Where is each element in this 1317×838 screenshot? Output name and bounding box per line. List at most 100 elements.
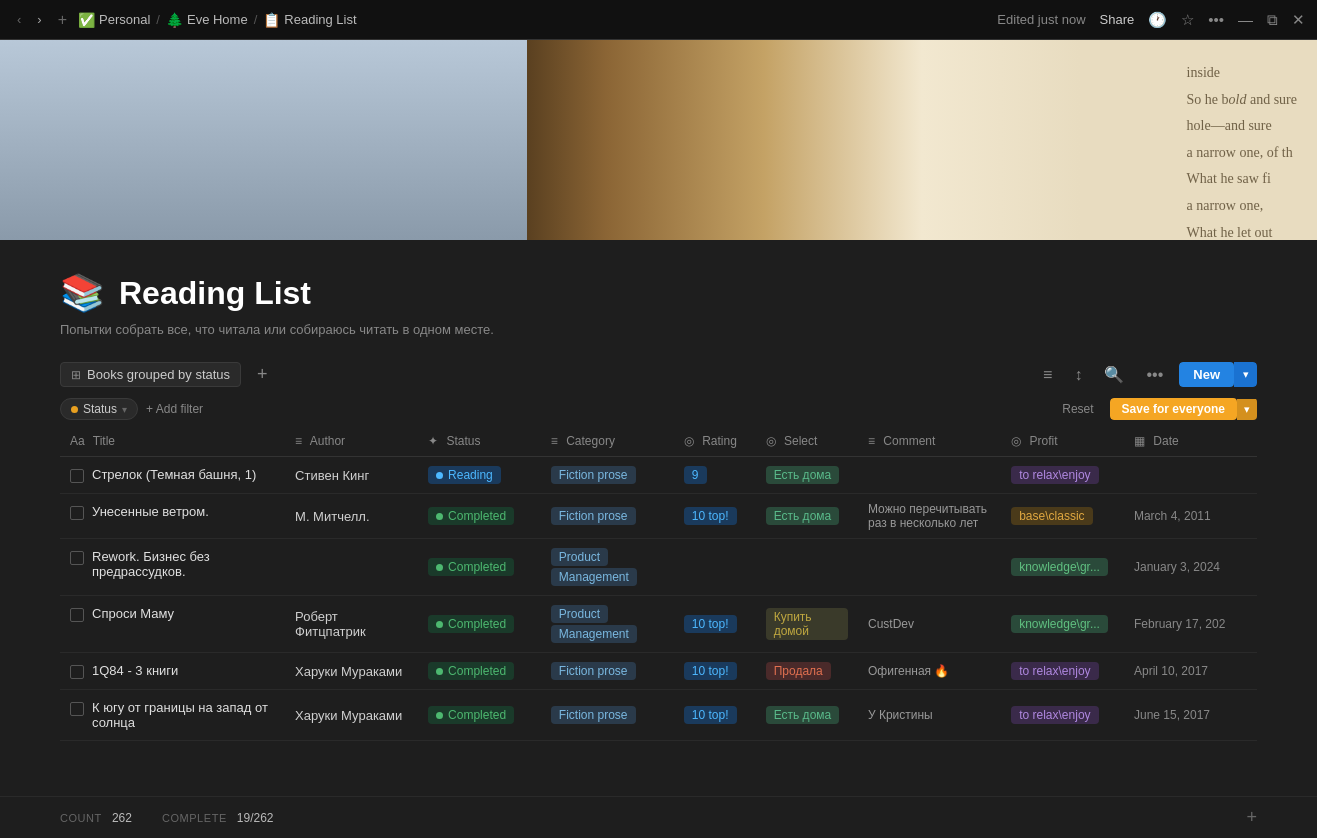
toolbar-row: ⊞ Books grouped by status + ≡ ↕ 🔍 ••• Ne…: [60, 361, 1257, 388]
view-selector[interactable]: ⊞ Books grouped by status: [60, 362, 241, 387]
category-col-icon: ≡: [551, 434, 558, 448]
new-button-group: New ▾: [1179, 362, 1257, 387]
cell-author: Стивен Кинг: [285, 457, 418, 494]
cover-left-side: [0, 40, 527, 240]
select-badge: Продала: [766, 662, 831, 680]
cell-comment: [858, 457, 1001, 494]
cell-rating: 9: [674, 457, 756, 494]
row-checkbox[interactable]: [70, 702, 84, 716]
cell-rating: 10 top!: [674, 690, 756, 741]
share-button[interactable]: Share: [1100, 12, 1135, 27]
cell-title[interactable]: К югу от границы на запад от солнца: [60, 690, 285, 740]
table-row[interactable]: Унесенные ветром. М. Митчелл.Completed Fi…: [60, 494, 1257, 539]
profit-badge: to relax\enjoy: [1011, 662, 1098, 680]
new-button[interactable]: New: [1179, 362, 1234, 387]
category-badge: Fiction prose: [551, 466, 636, 484]
search-icon[interactable]: 🔍: [1098, 361, 1130, 388]
close-icon[interactable]: ✕: [1292, 11, 1305, 29]
add-page-button[interactable]: +: [53, 9, 72, 31]
select-col-icon: ◎: [766, 434, 776, 448]
col-header-author: ≡ Author: [285, 426, 418, 457]
status-dot: [436, 472, 443, 479]
date-col-icon: ▦: [1134, 434, 1145, 448]
add-view-button[interactable]: +: [251, 362, 274, 387]
filter-icon[interactable]: ≡: [1037, 362, 1058, 388]
cell-rating: 10 top!: [674, 494, 756, 539]
view-table-icon: ⊞: [71, 368, 81, 382]
breadcrumb-sep-1: /: [156, 12, 160, 27]
cell-date: April 10, 2017: [1124, 653, 1257, 690]
row-checkbox[interactable]: [70, 608, 84, 622]
status-dot: [436, 564, 443, 571]
breadcrumb-readinglist-label: Reading List: [284, 12, 356, 27]
title-text: 1Q84 - 3 книги: [92, 663, 178, 678]
cell-profit: knowledge\gr...: [1001, 596, 1124, 653]
status-badge: Reading: [428, 466, 501, 484]
profit-badge: to relax\enjoy: [1011, 706, 1098, 724]
breadcrumb-evehome[interactable]: 🌲 Eve Home: [166, 12, 248, 28]
profit-badge: base\classic: [1011, 507, 1092, 525]
add-row-button[interactable]: +: [1246, 807, 1257, 828]
cover-book: inside So he bold and sure hole—and sure…: [527, 40, 1317, 240]
restore-icon[interactable]: ⧉: [1267, 11, 1278, 29]
cell-title[interactable]: Спроси Маму: [60, 596, 285, 632]
row-checkbox[interactable]: [70, 469, 84, 483]
more-options-icon[interactable]: •••: [1140, 362, 1169, 388]
status-filter-chip[interactable]: Status ▾: [60, 398, 138, 420]
save-for-everyone-button[interactable]: Save for everyone: [1110, 398, 1237, 420]
readinglist-icon: 📋: [263, 12, 280, 28]
table-row[interactable]: Стрелок (Темная башня, 1) Стивен Кинг Rea…: [60, 457, 1257, 494]
table-row[interactable]: Спроси Маму Роберт ФитцпатрикCompletedPr…: [60, 596, 1257, 653]
minimize-icon[interactable]: —: [1238, 11, 1253, 28]
back-button[interactable]: ‹: [12, 10, 26, 29]
add-filter-button[interactable]: + Add filter: [146, 402, 203, 416]
new-button-dropdown[interactable]: ▾: [1234, 362, 1257, 387]
status-badge: Completed: [428, 558, 514, 576]
select-badge: Есть дома: [766, 706, 840, 724]
rating-badge: 9: [684, 466, 707, 484]
table-row[interactable]: Rework. Бизнес без предрассудков. Comple…: [60, 539, 1257, 596]
cell-title[interactable]: Rework. Бизнес без предрассудков.: [60, 539, 285, 589]
status-dot: [436, 513, 443, 520]
cell-status: Completed: [418, 494, 541, 539]
history-icon[interactable]: 🕐: [1148, 11, 1167, 29]
profit-badge: knowledge\gr...: [1011, 558, 1108, 576]
cell-author: [285, 539, 418, 596]
cell-category: Fiction prose: [541, 494, 674, 539]
row-checkbox[interactable]: [70, 665, 84, 679]
breadcrumb-personal[interactable]: ✅ Personal: [78, 12, 150, 28]
cell-category: Fiction prose: [541, 690, 674, 741]
forward-button[interactable]: ›: [32, 10, 46, 29]
footer-count: COUNT 262: [60, 811, 132, 825]
status-filter-chevron: ▾: [122, 404, 127, 415]
reset-button[interactable]: Reset: [1062, 402, 1093, 416]
cell-select: Купить домой: [756, 596, 858, 653]
rating-badge: 10 top!: [684, 706, 737, 724]
table-row[interactable]: К югу от границы на запад от солнца Хару…: [60, 690, 1257, 741]
cell-title[interactable]: Стрелок (Темная башня, 1): [60, 457, 285, 493]
category-badge: Fiction prose: [551, 507, 636, 525]
sort-icon[interactable]: ↕: [1068, 362, 1088, 388]
row-checkbox[interactable]: [70, 506, 84, 520]
save-dropdown-button[interactable]: ▾: [1237, 399, 1257, 420]
cell-author: М. Митчелл.: [285, 494, 418, 539]
cell-title[interactable]: Унесенные ветром.: [60, 494, 285, 530]
cell-title[interactable]: 1Q84 - 3 книги: [60, 653, 285, 689]
breadcrumb-readinglist[interactable]: 📋 Reading List: [263, 12, 356, 28]
table-row[interactable]: 1Q84 - 3 книги Харуки МуракамиCompletedF…: [60, 653, 1257, 690]
cover-text: inside So he bold and sure hole—and sure…: [1187, 60, 1297, 240]
col-header-status: ✦ Status: [418, 426, 541, 457]
title-text: Унесенные ветром.: [92, 504, 209, 519]
table-wrapper: Aa Title ≡ Author ✦ Status ≡ Category: [0, 426, 1317, 741]
cell-status: Completed: [418, 596, 541, 653]
filter-row: Status ▾ + Add filter Reset Save for eve…: [60, 398, 1257, 420]
cell-date: [1124, 457, 1257, 494]
status-dot: [436, 712, 443, 719]
cell-profit: knowledge\gr...: [1001, 539, 1124, 596]
cell-select: [756, 539, 858, 596]
row-checkbox[interactable]: [70, 551, 84, 565]
rating-badge: 10 top!: [684, 615, 737, 633]
star-icon[interactable]: ☆: [1181, 11, 1194, 29]
cell-status: Completed: [418, 653, 541, 690]
more-icon[interactable]: •••: [1208, 11, 1224, 28]
